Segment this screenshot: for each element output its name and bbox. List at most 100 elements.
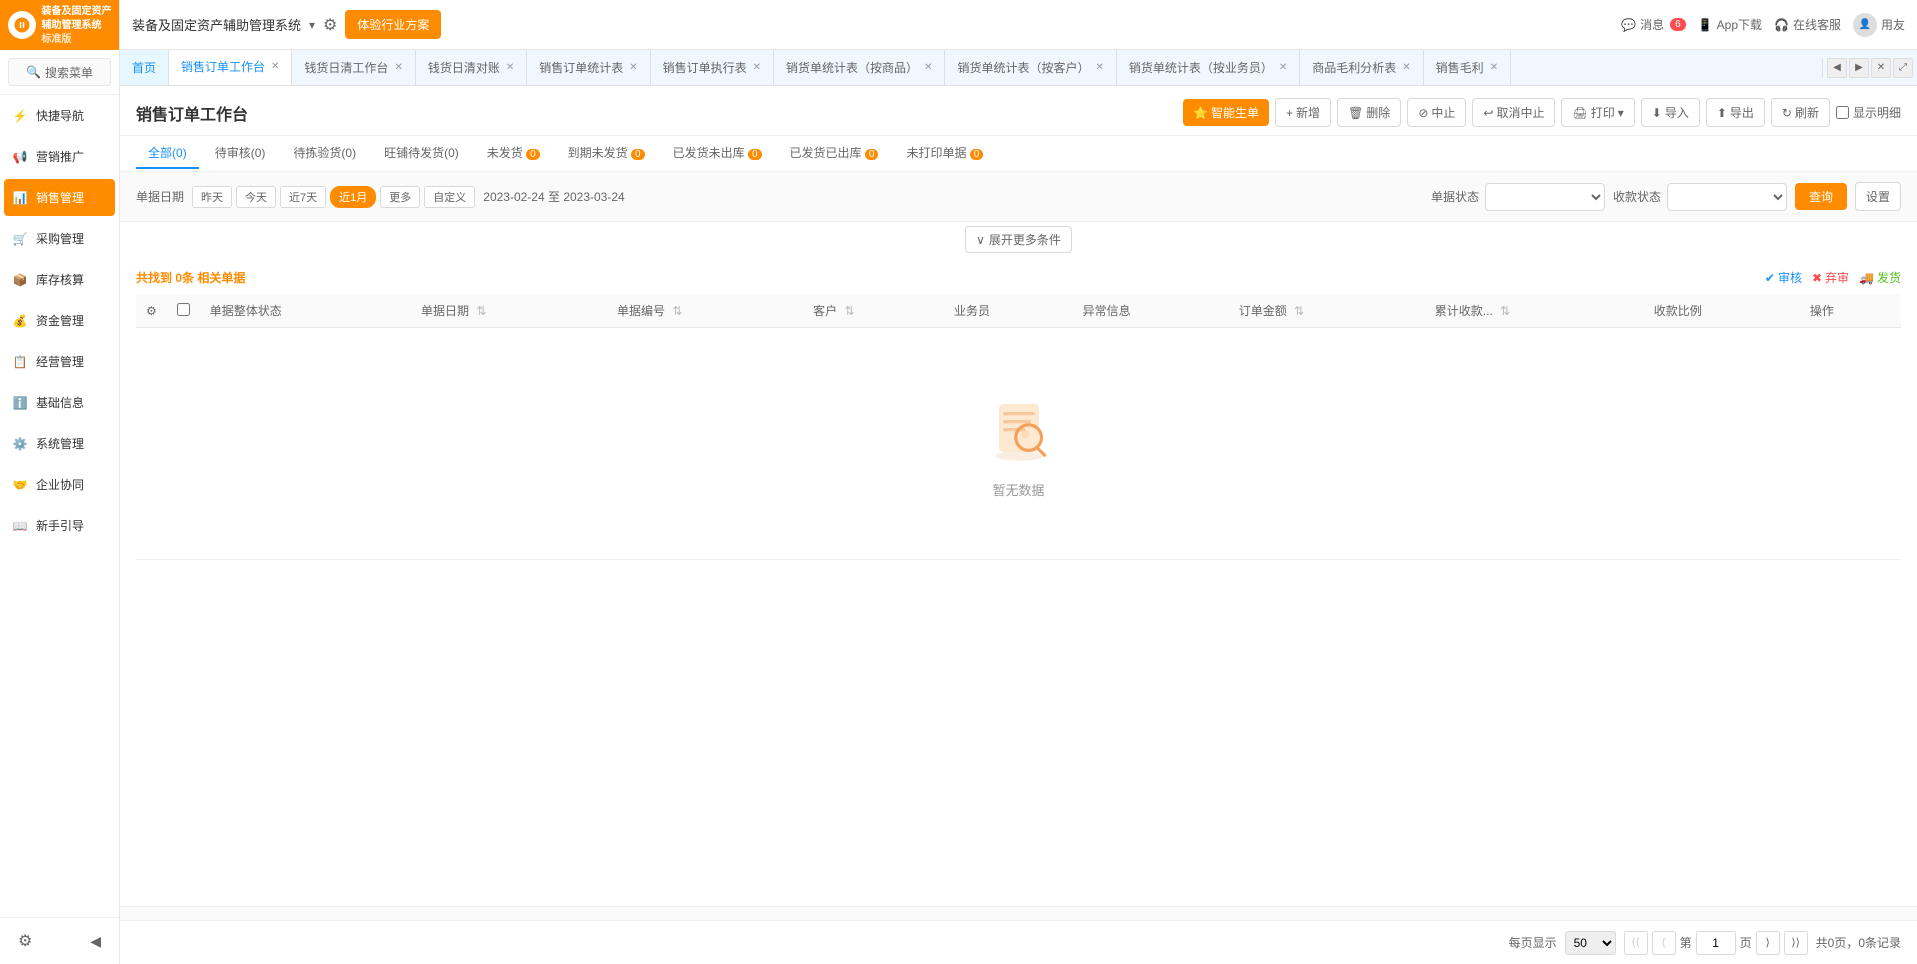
print-button[interactable]: 🖨 打印 ▾ (1561, 98, 1634, 127)
sidebar-item-system[interactable]: ⚙️ 系统管理 (4, 425, 115, 462)
refresh-button[interactable]: ↻ 刷新 (1771, 98, 1830, 127)
sidebar-collapse-button[interactable]: ◀ (80, 928, 111, 955)
tab-cash-reconcile[interactable]: 钱货日清对账 ✕ (416, 50, 527, 86)
col-settings[interactable]: ⚙ (136, 294, 167, 328)
next-page-button[interactable]: ⟩ (1756, 931, 1780, 955)
tab-close-icon[interactable]: ✕ (753, 62, 761, 73)
date-btn-custom[interactable]: 自定义 (424, 186, 475, 208)
search-menu-button[interactable]: 🔍 搜索菜单 (8, 58, 111, 86)
date-btn-1month[interactable]: 近1月 (330, 186, 376, 208)
date-btn-today[interactable]: 今天 (236, 186, 276, 208)
tab-sales-by-product[interactable]: 销货单统计表（按商品） ✕ (774, 50, 945, 86)
tab-close-icon[interactable]: ✕ (394, 62, 402, 73)
sidebar-item-quicknav[interactable]: ⚡ 快捷导航 (4, 97, 115, 134)
user-area[interactable]: 👤 用友 (1853, 13, 1905, 37)
payment-filter-select[interactable] (1667, 183, 1787, 211)
tab-close-icon[interactable]: ✕ (271, 61, 279, 72)
approve-button[interactable]: ✔ 审核 (1765, 269, 1802, 286)
filter-settings-button[interactable]: 设置 (1855, 182, 1901, 211)
sidebar-item-sales[interactable]: 📊 销售管理 (4, 179, 115, 216)
solution-button[interactable]: 体验行业方案 (345, 10, 441, 39)
tab-next-button[interactable]: ▶ (1849, 58, 1869, 78)
col-amount[interactable]: 订单金额 ⇅ (1229, 294, 1425, 328)
tab-close-icon[interactable]: ✕ (1095, 62, 1103, 73)
col-customer[interactable]: 客户 ⇅ (803, 294, 944, 328)
stop-button[interactable]: ⊘ 中止 (1407, 98, 1466, 127)
sidebar-settings-button[interactable]: ⚙ (8, 926, 42, 956)
expand-conditions-button[interactable]: ∨ 展开更多条件 (965, 226, 1072, 253)
per-page-select[interactable]: 10 20 50 100 (1565, 931, 1616, 955)
subtab-pending-check[interactable]: 待拣验货(0) (281, 138, 368, 169)
app-download-button[interactable]: 📱 App下载 (1698, 16, 1762, 33)
tab-close-icon[interactable]: ✕ (1490, 62, 1498, 73)
sidebar-item-inventory[interactable]: 📦 库存核算 (4, 261, 115, 298)
topbar-dropdown[interactable]: ▾ (309, 18, 315, 32)
tab-close-icon[interactable]: ✕ (924, 62, 932, 73)
sidebar-item-purchase[interactable]: 🛒 采购管理 (4, 220, 115, 257)
page-number-input[interactable] (1696, 931, 1736, 955)
tab-close-icon[interactable]: ✕ (1402, 62, 1410, 73)
tab-sales-margin[interactable]: 销售毛利 ✕ (1424, 50, 1511, 86)
sidebar-item-guide[interactable]: 📖 新手引导 (4, 507, 115, 544)
table-operations: ✔ 审核 ✖ 弃审 🚚 发货 (1765, 269, 1901, 286)
import-button[interactable]: ⬇ 导入 (1641, 98, 1700, 127)
status-filter-select[interactable] (1485, 183, 1605, 211)
sidebar-item-management[interactable]: 📋 经营管理 (4, 343, 115, 380)
date-btn-7days[interactable]: 近7天 (280, 186, 326, 208)
subtab-shipped-out[interactable]: 已发货已出库 0 (778, 138, 891, 169)
subtab-pending-review[interactable]: 待审核(0) (203, 138, 278, 169)
smart-generate-button[interactable]: ⭐ 智能生单 (1183, 99, 1269, 126)
show-detail-checkbox[interactable] (1836, 106, 1849, 119)
reject-button[interactable]: ✖ 弃审 (1812, 269, 1849, 286)
overdue-ship-badge: 0 (631, 149, 645, 160)
sort-icon: ⇅ (1500, 304, 1510, 318)
date-btn-more[interactable]: 更多 (380, 186, 420, 208)
tab-sales-workbench[interactable]: 销售订单工作台 ✕ (169, 50, 292, 86)
tab-close-icon[interactable]: ✕ (506, 62, 514, 73)
subtab-overdue-ship[interactable]: 到期未发货 0 (556, 138, 657, 169)
tab-sales-stats[interactable]: 销售订单统计表 ✕ (527, 50, 650, 86)
sidebar-item-finance[interactable]: 💰 资金管理 (4, 302, 115, 339)
tab-sales-by-salesman[interactable]: 销货单统计表（按业务员） ✕ (1117, 50, 1300, 86)
ship-button[interactable]: 🚚 发货 (1859, 269, 1901, 286)
tab-cash-daily[interactable]: 钱货日清工作台 ✕ (292, 50, 415, 86)
date-btn-yesterday[interactable]: 昨天 (192, 186, 232, 208)
export-button[interactable]: ⬆ 导出 (1706, 98, 1765, 127)
tab-maximize-button[interactable]: ⤢ (1893, 58, 1913, 78)
tab-close-all-button[interactable]: ✕ (1871, 58, 1891, 78)
user-name: 用友 (1881, 16, 1905, 33)
subtab-all[interactable]: 全部(0) (136, 138, 199, 169)
subtab-not-printed[interactable]: 未打印单据 0 (894, 138, 995, 169)
last-page-button[interactable]: ⟩⟩ (1784, 931, 1808, 955)
tab-sales-exec[interactable]: 销售订单执行表 ✕ (651, 50, 774, 86)
horizontal-scrollbar[interactable] (120, 906, 1917, 920)
subtab-wangpu-ship[interactable]: 旺铺待发货(0) (372, 138, 471, 169)
col-date[interactable]: 单据日期 ⇅ (411, 294, 607, 328)
sidebar-item-basic-info[interactable]: ℹ️ 基础信息 (4, 384, 115, 421)
tab-sales-by-customer[interactable]: 销货单统计表（按客户） ✕ (945, 50, 1116, 86)
col-collected[interactable]: 累计收款... ⇅ (1425, 294, 1644, 328)
show-detail-checkbox-label[interactable]: 显示明细 (1836, 104, 1901, 121)
first-page-button[interactable]: ⟨⟨ (1624, 931, 1648, 955)
sidebar-item-marketing[interactable]: 📢 营销推广 (4, 138, 115, 175)
prev-page-button[interactable]: ⟨ (1652, 931, 1676, 955)
tab-home[interactable]: 首页 (120, 50, 169, 86)
tab-prev-button[interactable]: ◀ (1827, 58, 1847, 78)
query-button[interactable]: 查询 (1795, 183, 1847, 210)
col-number[interactable]: 单据编号 ⇅ (607, 294, 803, 328)
tab-close-icon[interactable]: ✕ (629, 62, 637, 73)
message-button[interactable]: 💬 消息 6 (1621, 16, 1686, 33)
settings-icon[interactable]: ⚙ (323, 15, 337, 35)
add-button[interactable]: + 新增 (1275, 98, 1331, 127)
cancel-stop-button[interactable]: ↩ 取消中止 (1472, 98, 1555, 127)
tab-margin-analysis[interactable]: 商品毛利分析表 ✕ (1300, 50, 1423, 86)
tabbar-nav: ◀ ▶ ✕ ⤢ (1822, 58, 1917, 78)
sidebar-item-collab[interactable]: 🤝 企业协同 (4, 466, 115, 503)
online-service-button[interactable]: 🎧 在线客服 (1774, 16, 1841, 33)
select-all-checkbox[interactable] (177, 303, 190, 316)
delete-button[interactable]: 🗑 删除 (1337, 98, 1401, 127)
col-checkbox[interactable] (167, 294, 200, 328)
subtab-shipped-not-out[interactable]: 已发货未出库 0 (661, 138, 774, 169)
tab-close-icon[interactable]: ✕ (1279, 62, 1287, 73)
subtab-not-shipped[interactable]: 未发货 0 (475, 138, 552, 169)
